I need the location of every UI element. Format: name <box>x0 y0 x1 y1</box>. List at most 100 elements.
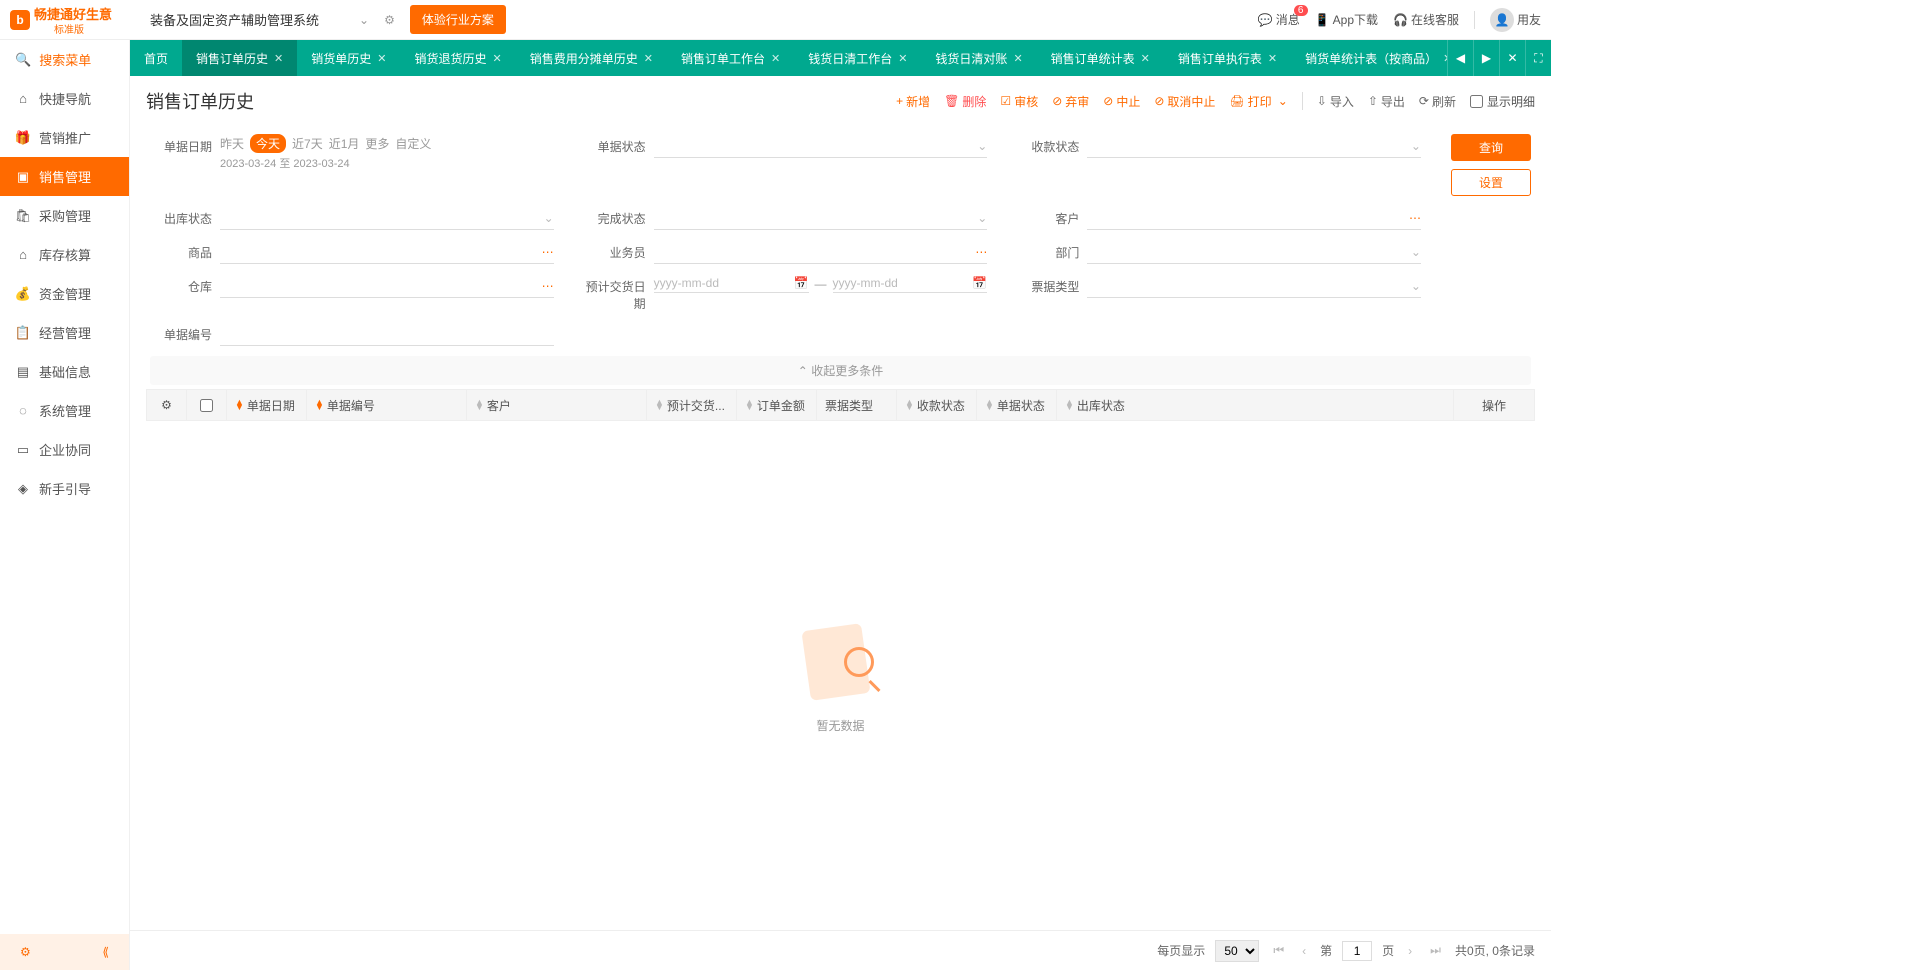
sidebar-item[interactable]: 📋经营管理 <box>0 313 129 352</box>
add-button[interactable]: +新增 <box>896 93 930 110</box>
date-range-tag[interactable]: 近7天 <box>292 135 323 152</box>
sidebar-item[interactable]: ▤基础信息 <box>0 352 129 391</box>
tab[interactable]: 销售订单统计表✕ <box>1037 40 1164 76</box>
tab-close-icon[interactable]: ✕ <box>1443 52 1447 65</box>
page-number-input[interactable] <box>1342 941 1372 961</box>
sidebar-item[interactable]: ⌂库存核算 <box>0 235 129 274</box>
sidebar-settings-icon[interactable]: ⚙ <box>20 945 31 959</box>
app-download-button[interactable]: 📱 App下载 <box>1315 11 1378 28</box>
unaudit-button[interactable]: ⊘弃审 <box>1052 93 1089 110</box>
audit-button[interactable]: ☑审核 <box>1000 93 1038 110</box>
date-range-tag[interactable]: 昨天 <box>220 135 244 152</box>
tab-scroll-left-icon[interactable]: ◀ <box>1447 40 1473 76</box>
out-status-select[interactable]: ⌄ <box>220 206 554 230</box>
tab[interactable]: 钱货日清工作台✕ <box>794 40 921 76</box>
tab-close-icon[interactable]: ✕ <box>644 52 653 65</box>
industry-plan-button[interactable]: 体验行业方案 <box>410 5 506 34</box>
page-size-select[interactable]: 50 <box>1215 940 1259 962</box>
bill-no-input[interactable] <box>220 322 554 346</box>
sidebar-item[interactable]: ◌系统管理 <box>0 391 129 430</box>
invoice-type-select[interactable]: ⌄ <box>1087 274 1421 298</box>
delete-button[interactable]: 🗑删除 <box>944 93 986 110</box>
tab[interactable]: 首页 <box>130 40 182 76</box>
date-range-tag[interactable]: 自定义 <box>395 135 431 152</box>
online-service-button[interactable]: 🎧 在线客服 <box>1393 11 1459 28</box>
tab-scroll-right-icon[interactable]: ▶ <box>1473 40 1499 76</box>
col-bill-date[interactable]: ▲▼单据日期 <box>227 390 307 420</box>
sidebar-item[interactable]: 🛍采购管理 <box>0 196 129 235</box>
col-checkbox[interactable] <box>187 390 227 420</box>
sidebar-item[interactable]: ⌂快捷导航 <box>0 79 129 118</box>
query-button[interactable]: 查询 <box>1451 134 1531 161</box>
system-dropdown[interactable]: 装备及固定资产辅助管理系统 <box>150 10 319 29</box>
tab-label: 销货单历史 <box>311 50 371 67</box>
col-delivery[interactable]: ▲▼预计交货... <box>647 390 737 420</box>
tab-close-icon[interactable]: ✕ <box>771 52 780 65</box>
col-invoice-type[interactable]: 票据类型 <box>817 390 897 420</box>
sidebar-item[interactable]: 🎁营销推广 <box>0 118 129 157</box>
tab[interactable]: 钱货日清对账✕ <box>921 40 1036 76</box>
col-receipt-status[interactable]: ▲▼收款状态 <box>897 390 977 420</box>
tab[interactable]: 销货单历史 ✕ <box>297 40 400 76</box>
col-amount[interactable]: ▲▼订单金额 <box>737 390 817 420</box>
collapse-filters-button[interactable]: ⌃ 收起更多条件 <box>150 356 1531 385</box>
user-menu[interactable]: 👤 用友 <box>1490 8 1541 32</box>
col-out-status[interactable]: ▲▼出库状态 <box>1057 390 1454 420</box>
tab[interactable]: 销售订单工作台✕ <box>667 40 794 76</box>
col-bill-status[interactable]: ▲▼单据状态 <box>977 390 1057 420</box>
print-button[interactable]: 🖨打印⌄ <box>1229 93 1287 110</box>
delivery-date-from[interactable]: yyyy-mm-dd📅 <box>654 274 809 293</box>
chevron-down-icon[interactable]: ⌄ <box>359 13 369 27</box>
sidebar-item[interactable]: ◈新手引导 <box>0 469 129 508</box>
warehouse-picker[interactable]: ⋯ <box>220 274 554 298</box>
page-first-icon[interactable]: ⏮ <box>1269 943 1288 958</box>
date-range-tag[interactable]: 更多 <box>365 135 389 152</box>
tab[interactable]: 销售订单执行表✕ <box>1164 40 1291 76</box>
page-last-icon[interactable]: ⏭ <box>1426 943 1445 958</box>
tab-close-icon[interactable]: ✕ <box>377 52 386 65</box>
tab-close-icon[interactable]: ✕ <box>898 52 907 65</box>
show-detail-checkbox[interactable]: 显示明细 <box>1470 93 1535 110</box>
settings-gear-icon[interactable]: ⚙ <box>384 13 395 27</box>
tab-close-icon[interactable]: ✕ <box>1268 52 1277 65</box>
col-settings[interactable]: ⚙ <box>147 390 187 420</box>
receipt-status-select[interactable]: ⌄ <box>1087 134 1421 158</box>
page-next-icon[interactable]: › <box>1404 944 1416 958</box>
tab[interactable]: 销货退货历史✕ <box>400 40 515 76</box>
tab[interactable]: 销售订单历史✕ <box>182 40 297 76</box>
import-button[interactable]: ⇩导入 <box>1317 93 1354 110</box>
col-customer[interactable]: ▲▼客户 <box>467 390 647 420</box>
col-bill-no[interactable]: ▲▼单据编号 <box>307 390 467 420</box>
delivery-date-to[interactable]: yyyy-mm-dd📅 <box>833 274 988 293</box>
sidebar-item-icon: 📋 <box>15 325 31 341</box>
stop-button[interactable]: ⊘中止 <box>1103 93 1140 110</box>
salesman-picker[interactable]: ⋯ <box>654 240 988 264</box>
tab-close-icon[interactable]: ✕ <box>274 52 283 65</box>
cancel-stop-button[interactable]: ⊘取消中止 <box>1154 93 1215 110</box>
tab-close-all-icon[interactable]: ✕ <box>1499 40 1525 76</box>
sidebar-item[interactable]: ▭企业协同 <box>0 430 129 469</box>
select-all-checkbox[interactable] <box>200 399 213 412</box>
tab-close-icon[interactable]: ✕ <box>1013 52 1022 65</box>
date-range-tag[interactable]: 今天 <box>250 134 286 153</box>
date-range-tag[interactable]: 近1月 <box>329 135 360 152</box>
complete-status-select[interactable]: ⌄ <box>654 206 988 230</box>
sidebar-search[interactable]: 🔍 搜索菜单 <box>0 40 129 79</box>
page-prev-icon[interactable]: ‹ <box>1298 944 1310 958</box>
customer-picker[interactable]: ⋯ <box>1087 206 1421 230</box>
product-picker[interactable]: ⋯ <box>220 240 554 264</box>
bill-status-select[interactable]: ⌄ <box>654 134 988 158</box>
tab[interactable]: 销售费用分摊单历史✕ <box>516 40 667 76</box>
sidebar-item[interactable]: ▣销售管理 <box>0 157 129 196</box>
tab[interactable]: 销货单统计表（按商品）✕ <box>1291 40 1447 76</box>
settings-button[interactable]: 设置 <box>1451 169 1531 196</box>
sidebar-collapse-icon[interactable]: ⟪ <box>102 945 109 959</box>
message-button[interactable]: 💬 消息 6 <box>1258 11 1300 28</box>
tab-close-icon[interactable]: ✕ <box>1141 52 1150 65</box>
tab-fullscreen-icon[interactable]: ⛶ <box>1525 40 1551 76</box>
export-button[interactable]: ⇧导出 <box>1368 93 1405 110</box>
refresh-button[interactable]: ⟳刷新 <box>1419 93 1456 110</box>
tab-close-icon[interactable]: ✕ <box>493 52 502 65</box>
dept-select[interactable]: ⌄ <box>1087 240 1421 264</box>
sidebar-item[interactable]: 💰资金管理 <box>0 274 129 313</box>
